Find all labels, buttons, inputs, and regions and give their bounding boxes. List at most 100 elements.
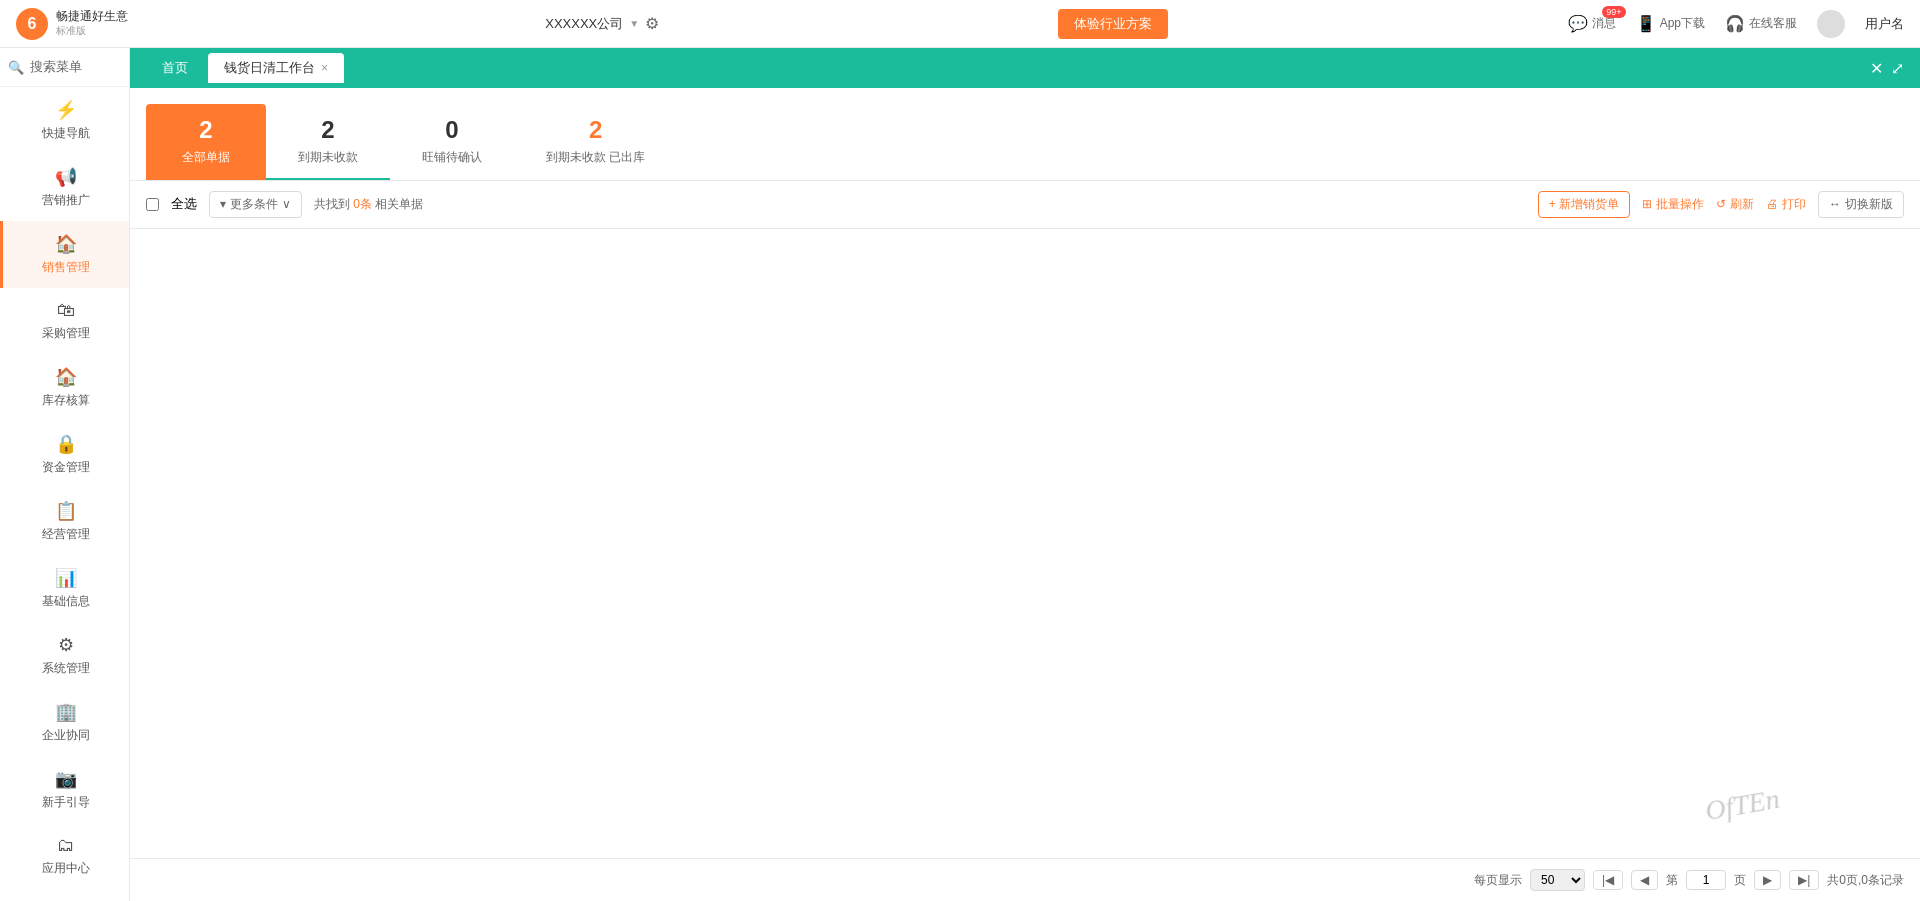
- sidebar-item-wechat[interactable]: 💬 企业微信: [0, 889, 129, 901]
- service-icon: 🎧: [1725, 14, 1745, 33]
- company-selector[interactable]: XXXXXX公司 ▼ ⚙: [545, 14, 659, 33]
- stat-card-overdue-out[interactable]: 2 到期未收款 已出库: [514, 104, 677, 180]
- sidebar: 🔍 搜索菜单 ⚡ 快捷导航 📢 营销推广 🏠 销售管理 🛍 采购管理 🏠 库存核…: [0, 48, 130, 901]
- stat-card-all[interactable]: 2 全部单据: [146, 104, 266, 180]
- app-download-icon: 📱: [1636, 14, 1656, 33]
- add-sale-btn[interactable]: + 新增销货单: [1538, 191, 1630, 218]
- sidebar-item-basic-info[interactable]: 📊 基础信息: [0, 555, 129, 622]
- batch-btn[interactable]: ⊞ 批量操作: [1642, 196, 1704, 213]
- purchase-icon: 🛍: [57, 300, 75, 321]
- experience-button[interactable]: 体验行业方案: [1058, 9, 1168, 39]
- filter-dropdown-icon: ∨: [282, 197, 291, 211]
- stat-label-pending: 旺铺待确认: [422, 149, 482, 166]
- switch-icon: ↔: [1829, 197, 1841, 211]
- online-service-action[interactable]: 🎧 在线客服: [1725, 14, 1797, 33]
- stat-label-overdue: 到期未收款: [298, 149, 358, 166]
- next-page-btn[interactable]: ▶: [1754, 870, 1781, 890]
- finance-icon: 🔒: [55, 433, 77, 455]
- message-icon: 💬: [1568, 14, 1588, 33]
- sidebar-item-guide[interactable]: 📷 新手引导: [0, 756, 129, 823]
- filter-icon: ▾: [220, 197, 226, 211]
- toolbar: 全选 ▾ 更多条件 ∨ 共找到 0条 相关单据 + 新增销货单 ⊞: [130, 181, 1920, 229]
- sidebar-item-label-app-center: 应用中心: [42, 860, 90, 877]
- sidebar-item-operations[interactable]: 📋 经营管理: [0, 488, 129, 555]
- sidebar-item-label-purchase: 采购管理: [42, 325, 90, 342]
- prev-page-btn[interactable]: ◀: [1631, 870, 1658, 890]
- inventory-icon: 🏠: [55, 366, 77, 388]
- guide-icon: 📷: [55, 768, 77, 790]
- stat-card-overdue[interactable]: 2 到期未收款: [266, 104, 390, 180]
- per-page-select[interactable]: 50 100 200: [1530, 869, 1585, 891]
- tab-minimize-btn[interactable]: ✕: [1870, 59, 1883, 78]
- tab-maximize-btn[interactable]: ⤢: [1891, 59, 1904, 78]
- sidebar-item-system[interactable]: ⚙ 系统管理: [0, 622, 129, 689]
- main-layout: 🔍 搜索菜单 ⚡ 快捷导航 📢 营销推广 🏠 销售管理 🛍 采购管理 🏠 库存核…: [0, 48, 1920, 901]
- page-label-suffix: 页: [1734, 872, 1746, 889]
- sidebar-item-label-sales: 销售管理: [42, 259, 90, 276]
- app-download-action[interactable]: 📱 App下载: [1636, 14, 1705, 33]
- total-label: 共0页,0条记录: [1827, 872, 1904, 889]
- operations-icon: 📋: [55, 500, 77, 522]
- sidebar-item-label-inventory: 库存核算: [42, 392, 90, 409]
- message-action[interactable]: 💬 消息 99+: [1568, 14, 1616, 33]
- per-page-label: 每页显示: [1474, 872, 1522, 889]
- filter-label: 更多条件: [230, 196, 278, 213]
- print-btn[interactable]: 🖨 打印: [1766, 196, 1806, 213]
- sidebar-item-inventory[interactable]: 🏠 库存核算: [0, 354, 129, 421]
- tab-close-btn[interactable]: ×: [321, 61, 328, 75]
- refresh-icon: ↺: [1716, 197, 1726, 211]
- sidebar-item-marketing[interactable]: 📢 营销推广: [0, 154, 129, 221]
- sidebar-item-label-system: 系统管理: [42, 660, 90, 677]
- batch-label: 批量操作: [1656, 196, 1704, 213]
- basic-info-icon: 📊: [55, 567, 77, 589]
- stat-label-all: 全部单据: [178, 149, 234, 166]
- tab-active[interactable]: 钱货日清工作台 ×: [208, 53, 344, 83]
- cooperation-icon: 🏢: [55, 701, 77, 723]
- filter-button[interactable]: ▾ 更多条件 ∨: [209, 191, 302, 218]
- select-all-label: 全选: [171, 195, 197, 213]
- sidebar-item-app-center[interactable]: 🗂 应用中心: [0, 823, 129, 889]
- page-content: 2 全部单据 2 到期未收款 0 旺铺待确认 2 到期未收款 已出库: [130, 88, 1920, 901]
- sidebar-item-finance[interactable]: 🔒 资金管理: [0, 421, 129, 488]
- last-page-btn[interactable]: ▶|: [1789, 870, 1819, 890]
- sidebar-item-label-quick-nav: 快捷导航: [42, 125, 90, 142]
- company-name: XXXXXX公司: [545, 15, 623, 33]
- sidebar-item-sales[interactable]: 🏠 销售管理: [0, 221, 129, 288]
- sidebar-item-cooperation[interactable]: 🏢 企业协同: [0, 689, 129, 756]
- sidebar-item-label-finance: 资金管理: [42, 459, 90, 476]
- toolbar-right: + 新增销货单 ⊞ 批量操作 ↺ 刷新 🖨 打印 ↔: [1538, 191, 1904, 218]
- app-download-label: App下载: [1660, 15, 1705, 32]
- search-icon: 🔍: [8, 60, 24, 75]
- stats-area: 2 全部单据 2 到期未收款 0 旺铺待确认 2 到期未收款 已出库: [130, 88, 1920, 181]
- add-sale-label: + 新增销货单: [1549, 196, 1619, 213]
- settings-icon[interactable]: ⚙: [645, 14, 659, 33]
- first-page-btn[interactable]: |◀: [1593, 870, 1623, 890]
- marketing-icon: 📢: [55, 166, 77, 188]
- sidebar-item-label-operations: 经营管理: [42, 526, 90, 543]
- service-label: 在线客服: [1749, 15, 1797, 32]
- sidebar-item-quick-nav[interactable]: ⚡ 快捷导航: [0, 87, 129, 154]
- top-header: 6 畅捷通好生意 标准版 XXXXXX公司 ▼ ⚙ 体验行业方案 💬 消息 99…: [0, 0, 1920, 48]
- sidebar-item-label-marketing: 营销推广: [42, 192, 90, 209]
- stat-card-pending[interactable]: 0 旺铺待确认: [390, 104, 514, 180]
- app-logo-icon: 6: [16, 8, 48, 40]
- switch-version-btn[interactable]: ↔ 切换新版: [1818, 191, 1904, 218]
- sidebar-search[interactable]: 🔍 搜索菜单: [0, 48, 129, 87]
- table-area: [130, 229, 1920, 858]
- page-label: 第: [1666, 872, 1678, 889]
- user-avatar[interactable]: [1817, 10, 1845, 38]
- app-logo-text: 畅捷通好生意: [56, 9, 128, 25]
- select-all-checkbox[interactable]: [146, 198, 159, 211]
- quick-nav-icon: ⚡: [55, 99, 77, 121]
- refresh-btn[interactable]: ↺ 刷新: [1716, 196, 1754, 213]
- tab-home[interactable]: 首页: [146, 53, 204, 83]
- stat-label-overdue-out: 到期未收款 已出库: [546, 149, 645, 166]
- found-text: 共找到 0条 相关单据: [314, 196, 423, 213]
- sidebar-item-label-cooperation: 企业协同: [42, 727, 90, 744]
- app-center-icon: 🗂: [57, 835, 75, 856]
- page-input[interactable]: [1686, 870, 1726, 890]
- sidebar-item-purchase[interactable]: 🛍 采购管理: [0, 288, 129, 354]
- print-label: 打印: [1782, 196, 1806, 213]
- sales-icon: 🏠: [55, 233, 77, 255]
- sidebar-search-label: 搜索菜单: [30, 58, 82, 76]
